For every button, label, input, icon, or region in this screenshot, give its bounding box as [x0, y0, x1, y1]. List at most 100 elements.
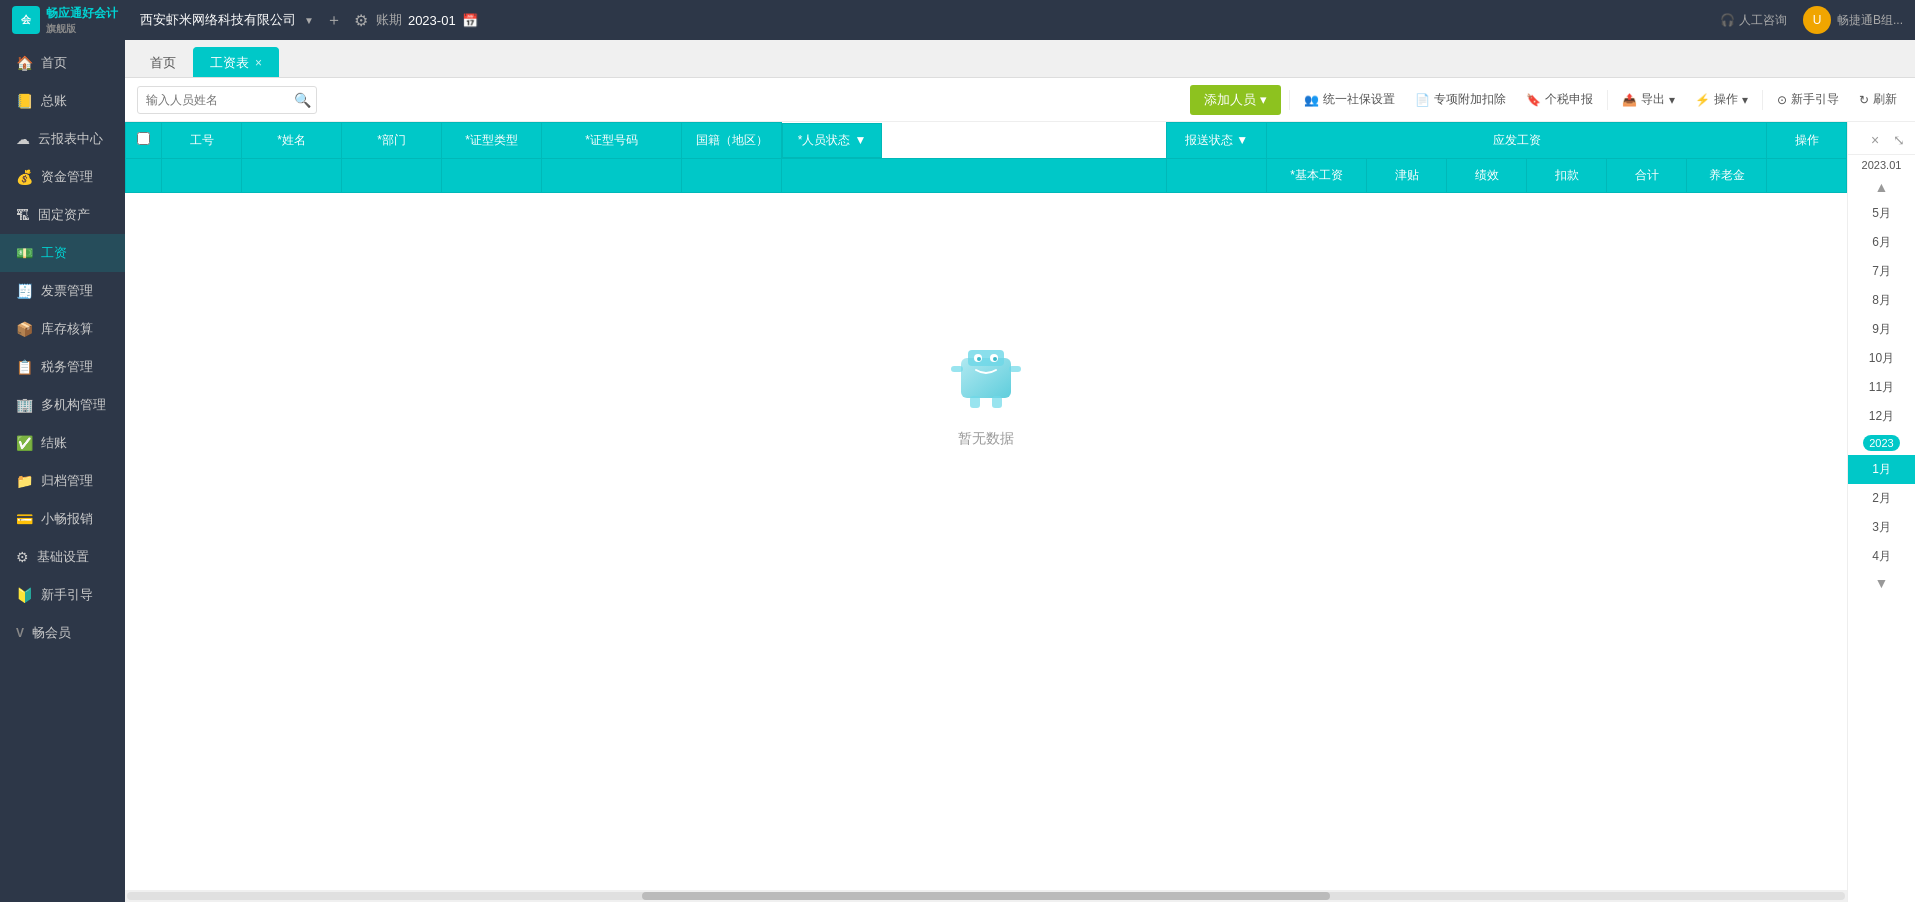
table-container[interactable]: 工号 *姓名 *部门 *证型类型 *证型号码 国籍（地区） *人员状态 ▼	[125, 122, 1847, 890]
th-report-status: 报送状态 ▼	[1167, 123, 1267, 159]
calendar-down-button[interactable]: ▼	[1870, 571, 1894, 595]
cal-year-2023[interactable]: 2023	[1863, 435, 1899, 451]
th-empty-6	[542, 158, 682, 192]
cal-month-2023-2[interactable]: 2月	[1848, 484, 1915, 513]
svg-rect-6	[951, 366, 963, 372]
empty-text: 暂无数据	[958, 430, 1014, 448]
sidebar-item-expense[interactable]: 💳 小畅报销	[0, 500, 125, 538]
cal-month-9[interactable]: 9月	[1848, 315, 1915, 344]
empty-state-cell: 暂无数据	[126, 192, 1847, 593]
search-button[interactable]: 🔍	[294, 92, 311, 108]
operations-btn[interactable]: ⚡ 操作 ▾	[1689, 87, 1754, 112]
special-deduction-icon: 📄	[1415, 93, 1430, 107]
th-total: 合计	[1607, 158, 1687, 192]
tabs-bar: 首页 工资表 ×	[125, 40, 1915, 78]
header-right: 🎧 人工咨询 U 畅捷通B组...	[1720, 6, 1903, 34]
th-empty-9	[1167, 158, 1267, 192]
sidebar-item-member[interactable]: V 畅会员	[0, 614, 125, 652]
sidebar-label-archive: 归档管理	[41, 472, 93, 490]
tab-close-icon[interactable]: ×	[255, 56, 262, 70]
calendar-icon[interactable]: 📅	[462, 13, 478, 28]
settings-nav-icon: ⚙	[16, 549, 29, 565]
cal-month-12[interactable]: 12月	[1848, 402, 1915, 431]
sidebar-item-home[interactable]: 🏠 首页	[0, 44, 125, 82]
th-checkbox[interactable]	[126, 123, 162, 159]
new-guide-btn[interactable]: ⊙ 新手引导	[1771, 87, 1845, 112]
add-person-button[interactable]: 添加人员 ▾	[1190, 85, 1281, 115]
scrollbar-thumb	[642, 892, 1329, 900]
sidebar-item-inventory[interactable]: 📦 库存核算	[0, 310, 125, 348]
add-dropdown-icon: ▾	[1260, 92, 1267, 107]
sidebar-label-expense: 小畅报销	[41, 510, 93, 528]
sidebar-item-ledger[interactable]: 📒 总账	[0, 82, 125, 120]
user-area[interactable]: U 畅捷通B组...	[1803, 6, 1903, 34]
cal-month-2023-1[interactable]: 1月	[1848, 455, 1915, 484]
th-empty-op	[1767, 158, 1847, 192]
sidebar-label-fund: 资金管理	[41, 168, 93, 186]
export-btn[interactable]: 📤 导出 ▾	[1616, 87, 1681, 112]
cal-month-10[interactable]: 10月	[1848, 344, 1915, 373]
panel-close-button[interactable]: ×	[1865, 130, 1885, 150]
empty-icon	[946, 338, 1026, 418]
svg-rect-1	[968, 350, 1004, 366]
sidebar-item-cloud-report[interactable]: ☁ 云报表中心	[0, 120, 125, 158]
th-empty-8	[782, 158, 1167, 192]
search-input[interactable]	[137, 86, 317, 114]
company-selector[interactable]: 西安虾米网络科技有限公司 ▼	[140, 11, 314, 29]
social-security-btn[interactable]: 👥 统一社保设置	[1298, 87, 1401, 112]
tab-salary-sheet[interactable]: 工资表 ×	[193, 47, 279, 77]
th-empty-1	[126, 158, 162, 192]
sidebar-item-multi-org[interactable]: 🏢 多机构管理	[0, 386, 125, 424]
sidebar-item-salary[interactable]: 💵 工资	[0, 234, 125, 272]
svg-point-4	[977, 357, 981, 361]
tab-home[interactable]: 首页	[133, 47, 193, 77]
panel-header: × ⤡	[1848, 126, 1915, 155]
personal-tax-btn[interactable]: 🔖 个税申报	[1520, 87, 1599, 112]
special-deduction-btn[interactable]: 📄 专项附加扣除	[1409, 87, 1512, 112]
sidebar-item-guide[interactable]: 🔰 新手引导	[0, 576, 125, 614]
th-name: *姓名	[242, 123, 342, 159]
data-table: 工号 *姓名 *部门 *证型类型 *证型号码 国籍（地区） *人员状态 ▼	[125, 122, 1847, 593]
service-button[interactable]: 🎧 人工咨询	[1720, 12, 1787, 29]
add-company-button[interactable]: ＋	[326, 10, 342, 31]
report-status-filter-icon[interactable]: ▼	[1236, 133, 1248, 147]
ledger-icon: 📒	[16, 93, 33, 109]
sidebar-item-fund[interactable]: 💰 资金管理	[0, 158, 125, 196]
sidebar-item-archive[interactable]: 📁 归档管理	[0, 462, 125, 500]
settings-icon[interactable]: ⚙	[354, 11, 368, 30]
panel-expand-button[interactable]: ⤡	[1889, 130, 1909, 150]
cal-month-5[interactable]: 5月	[1848, 199, 1915, 228]
sidebar-item-closing[interactable]: ✅ 结账	[0, 424, 125, 462]
th-empty-4	[342, 158, 442, 192]
sidebar-item-assets[interactable]: 🏗 固定资产	[0, 196, 125, 234]
sidebar-item-invoice[interactable]: 🧾 发票管理	[0, 272, 125, 310]
cal-month-2023-4[interactable]: 4月	[1848, 542, 1915, 571]
cal-month-11[interactable]: 11月	[1848, 373, 1915, 402]
refresh-btn[interactable]: ↻ 刷新	[1853, 87, 1903, 112]
th-base-salary: *基本工资	[1267, 158, 1367, 192]
calendar-up-button[interactable]: ▲	[1870, 175, 1894, 199]
person-status-filter-icon[interactable]: ▼	[854, 133, 866, 147]
bottom-scrollbar[interactable]	[125, 890, 1847, 902]
guide-icon: 🔰	[16, 587, 33, 603]
expense-icon: 💳	[16, 511, 33, 527]
sidebar-label-salary: 工资	[41, 244, 67, 262]
sidebar-item-tax[interactable]: 📋 税务管理	[0, 348, 125, 386]
cal-month-6[interactable]: 6月	[1848, 228, 1915, 257]
new-guide-icon: ⊙	[1777, 93, 1787, 107]
export-icon: 📤	[1622, 93, 1637, 107]
fund-icon: 💰	[16, 169, 33, 185]
tab-salary-label: 工资表	[210, 54, 249, 72]
invoice-icon: 🧾	[16, 283, 33, 299]
cal-month-2023-3[interactable]: 3月	[1848, 513, 1915, 542]
select-all-checkbox[interactable]	[137, 132, 150, 145]
company-dropdown-icon[interactable]: ▼	[304, 15, 314, 26]
cal-month-7[interactable]: 7月	[1848, 257, 1915, 286]
sidebar-label-invoice: 发票管理	[41, 282, 93, 300]
add-person-label: 添加人员	[1204, 91, 1256, 109]
company-name: 西安虾米网络科技有限公司	[140, 11, 296, 29]
sidebar-item-settings[interactable]: ⚙ 基础设置	[0, 538, 125, 576]
th-operation: 操作	[1767, 123, 1847, 159]
avatar: U	[1803, 6, 1831, 34]
cal-month-8[interactable]: 8月	[1848, 286, 1915, 315]
